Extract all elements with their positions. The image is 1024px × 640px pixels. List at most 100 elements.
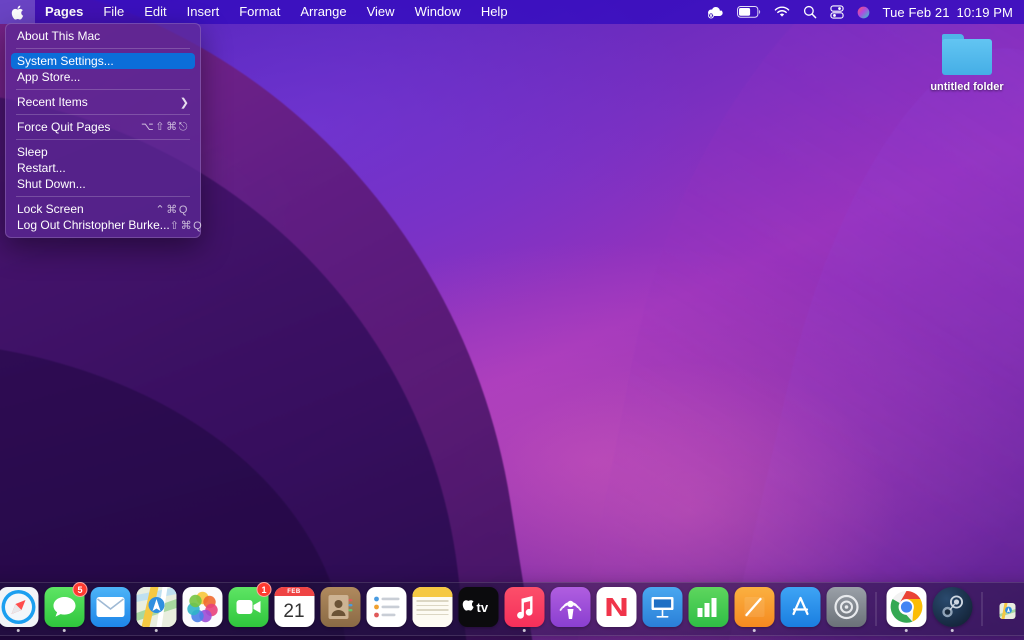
clock-date: Tue Feb 21 bbox=[883, 5, 950, 20]
running-indicator bbox=[154, 629, 158, 633]
wifi-icon[interactable] bbox=[774, 6, 790, 19]
menu-bar: Pages File Edit Insert Format Arrange Vi… bbox=[0, 0, 1024, 24]
apple-dropdown-menu: About This Mac System Settings... App St… bbox=[5, 23, 201, 238]
control-center-icon[interactable] bbox=[830, 5, 844, 19]
battery-icon[interactable] bbox=[737, 6, 761, 18]
menu-option-force-quit-pages[interactable]: Force Quit Pages ⌥⇧⌘⎋ bbox=[11, 119, 195, 135]
menu-option-lock-screen[interactable]: Lock Screen ⌃⌘Q bbox=[11, 201, 195, 217]
menu-item-format[interactable]: Format bbox=[229, 3, 290, 21]
menu-item-arrange[interactable]: Arrange bbox=[290, 3, 356, 21]
facetime-badge: 1 bbox=[257, 582, 272, 597]
desktop: Pages File Edit Insert Format Arrange Vi… bbox=[0, 0, 1024, 640]
menu-separator bbox=[16, 89, 190, 90]
news-icon bbox=[596, 587, 636, 627]
messages-badge: 5 bbox=[73, 582, 88, 597]
dock-item-music[interactable] bbox=[503, 584, 546, 634]
desktop-icon-untitled-folder[interactable]: untitled folder bbox=[930, 34, 1004, 93]
dock-item-news[interactable] bbox=[595, 584, 638, 634]
shortcut-force-quit: ⌥⇧⌘⎋ bbox=[141, 120, 189, 134]
search-icon[interactable] bbox=[803, 5, 817, 19]
numbers-icon bbox=[688, 587, 728, 627]
photos-icon bbox=[182, 587, 222, 627]
dock-item-keynote[interactable] bbox=[641, 584, 684, 634]
notes-icon bbox=[412, 587, 452, 627]
dock-item-system-settings[interactable] bbox=[825, 584, 868, 634]
maps-icon bbox=[136, 587, 176, 627]
running-indicator bbox=[904, 629, 908, 633]
dock-item-safari[interactable] bbox=[0, 584, 40, 634]
cloud-offline-icon[interactable] bbox=[706, 5, 724, 19]
menu-bar-status-area: Tue Feb 21 10:19 PM bbox=[706, 0, 1024, 24]
dock-item-appletv[interactable]: tv bbox=[457, 584, 500, 634]
menu-item-insert[interactable]: Insert bbox=[177, 3, 230, 21]
svg-text:tv: tv bbox=[476, 600, 488, 615]
dock-item-calendar[interactable]: FEB 21 bbox=[273, 584, 316, 634]
running-indicator bbox=[16, 629, 20, 633]
calendar-icon: FEB 21 bbox=[274, 587, 314, 627]
running-indicator bbox=[752, 629, 756, 633]
contacts-icon bbox=[320, 587, 360, 627]
desktop-icon-label: untitled folder bbox=[930, 81, 1003, 93]
dock-item-contacts[interactable] bbox=[319, 584, 362, 634]
dock-item-reminders[interactable] bbox=[365, 584, 408, 634]
clock-time: 10:19 PM bbox=[957, 5, 1013, 20]
menu-bar-left: Pages File Edit Insert Format Arrange Vi… bbox=[0, 0, 518, 24]
dock-item-messages[interactable]: 5 bbox=[43, 584, 86, 634]
dock: 5 bbox=[0, 582, 1024, 636]
menu-option-shut-down[interactable]: Shut Down... bbox=[11, 176, 195, 192]
running-indicator bbox=[950, 629, 954, 633]
menu-item-window[interactable]: Window bbox=[405, 3, 471, 21]
menu-item-pages[interactable]: Pages bbox=[35, 3, 93, 21]
menu-option-app-store[interactable]: App Store... bbox=[11, 69, 195, 85]
menu-bar-clock[interactable]: Tue Feb 21 10:19 PM bbox=[883, 5, 1013, 20]
dock-item-mail[interactable] bbox=[89, 584, 132, 634]
menu-item-view[interactable]: View bbox=[357, 3, 405, 21]
menu-option-sleep[interactable]: Sleep bbox=[11, 144, 195, 160]
menu-option-restart[interactable]: Restart... bbox=[11, 160, 195, 176]
menu-option-about-this-mac[interactable]: About This Mac bbox=[11, 28, 195, 44]
menu-option-system-settings[interactable]: System Settings... bbox=[11, 53, 195, 69]
dock-item-notes[interactable] bbox=[411, 584, 454, 634]
calendar-day: 21 bbox=[283, 596, 304, 627]
dock-separator bbox=[876, 592, 877, 626]
keynote-icon bbox=[642, 587, 682, 627]
dock-item-photos[interactable] bbox=[181, 584, 224, 634]
chrome-icon bbox=[886, 587, 926, 627]
dock-separator bbox=[982, 592, 983, 626]
menu-item-help[interactable]: Help bbox=[471, 3, 518, 21]
menu-option-log-out[interactable]: Log Out Christopher Burke... ⇧⌘Q bbox=[11, 217, 195, 233]
pages-icon bbox=[734, 587, 774, 627]
dock-item-podcasts[interactable] bbox=[549, 584, 592, 634]
menu-separator bbox=[16, 48, 190, 49]
menu-separator bbox=[16, 196, 190, 197]
dock-item-facetime[interactable]: 1 bbox=[227, 584, 270, 634]
podcasts-icon bbox=[550, 587, 590, 627]
menu-item-edit[interactable]: Edit bbox=[134, 3, 176, 21]
shortcut-log-out: ⇧⌘Q bbox=[170, 219, 204, 232]
chevron-right-icon: ❯ bbox=[180, 96, 189, 109]
apple-menu-button[interactable] bbox=[0, 0, 35, 24]
dock-item-maps[interactable] bbox=[135, 584, 178, 634]
shortcut-lock-screen: ⌃⌘Q bbox=[155, 203, 189, 216]
siri-icon[interactable] bbox=[857, 6, 870, 19]
running-indicator bbox=[62, 629, 66, 633]
menu-option-recent-items[interactable]: Recent Items ❯ bbox=[11, 94, 195, 110]
dock-minimized-maps-window[interactable] bbox=[991, 584, 1024, 634]
folder-icon bbox=[940, 34, 994, 76]
calendar-month: FEB bbox=[274, 587, 314, 596]
safari-icon bbox=[0, 587, 38, 627]
dock-item-pages[interactable] bbox=[733, 584, 776, 634]
dock-item-chrome[interactable] bbox=[885, 584, 928, 634]
dock-item-steam[interactable] bbox=[931, 584, 974, 634]
mail-icon bbox=[90, 587, 130, 627]
apple-logo-icon bbox=[11, 5, 24, 20]
dock-item-numbers[interactable] bbox=[687, 584, 730, 634]
steam-icon bbox=[932, 587, 972, 627]
dock-item-app-store[interactable] bbox=[779, 584, 822, 634]
running-indicator bbox=[522, 629, 526, 633]
appstore-icon bbox=[780, 587, 820, 627]
menu-separator bbox=[16, 114, 190, 115]
music-icon bbox=[504, 587, 544, 627]
appletv-icon: tv bbox=[458, 587, 498, 627]
menu-item-file[interactable]: File bbox=[93, 3, 134, 21]
